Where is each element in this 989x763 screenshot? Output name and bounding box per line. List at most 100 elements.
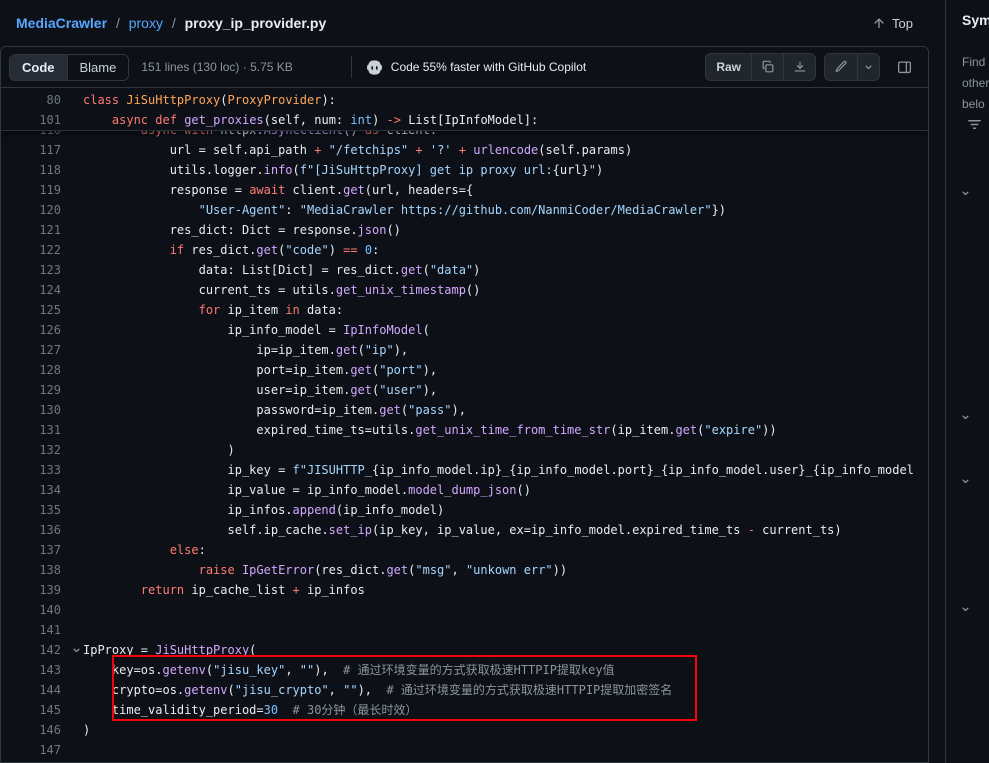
chevron-down-icon[interactable] [960,186,972,198]
line-number[interactable]: 140 [1,600,69,620]
download-icon [793,60,807,74]
line-number[interactable]: 119 [1,180,69,200]
line-number[interactable]: 133 [1,460,69,480]
code-text: port=ip_item.get("port"), [83,360,928,380]
code-line: 121 res_dict: Dict = response.json() [1,220,928,240]
line-number[interactable]: 139 [1,580,69,600]
line-number[interactable]: 144 [1,680,69,700]
code-text: ) [83,720,928,740]
code-text: key=os.getenv("jisu_key", ""), # 通过环境变量的… [83,660,928,680]
raw-button[interactable]: Raw [706,54,751,80]
line-number[interactable]: 135 [1,500,69,520]
fold-gutter [69,400,83,420]
line-number[interactable]: 118 [1,160,69,180]
line-number[interactable]: 137 [1,540,69,560]
sticky-lines: 80class JiSuHttpProxy(ProxyProvider):101… [1,88,928,131]
code-text: ip_key = f"JISUHTTP_{ip_info_model.ip}_{… [83,460,928,480]
breadcrumb-file-name: proxy_ip_provider.py [185,15,327,31]
code-line: 147 [1,740,928,760]
symbols-panel-toggle-button[interactable] [888,54,920,80]
symbols-description: Findotherbelo [962,52,989,115]
line-number[interactable]: 138 [1,560,69,580]
fold-gutter [69,340,83,360]
breadcrumb-dir-link[interactable]: proxy [129,15,163,31]
line-number[interactable]: 142 [1,640,69,660]
symbols-panel: Symbols Findotherbelo [945,0,989,763]
line-number[interactable]: 125 [1,300,69,320]
file-meta: 151 lines (130 loc) · 5.75 KB [141,60,292,74]
code-text: "User-Agent": "MediaCrawler https://gith… [83,200,928,220]
code-text: response = await client.get(url, headers… [83,180,928,200]
code-text: user=ip_item.get("user"), [83,380,928,400]
fold-gutter [69,580,83,600]
chevron-down-icon[interactable] [960,602,972,614]
edit-dropdown-button[interactable] [857,54,879,80]
tab-code[interactable]: Code [10,55,67,80]
fold-gutter [69,260,83,280]
line-number[interactable]: 122 [1,240,69,260]
edit-group [824,53,880,81]
line-number[interactable]: 121 [1,220,69,240]
copy-button[interactable] [751,54,783,80]
chevron-down-icon[interactable] [960,474,972,486]
line-number[interactable]: 146 [1,720,69,740]
code-text: else: [83,540,928,560]
code-line: 140 [1,600,928,620]
line-number[interactable]: 117 [1,140,69,160]
breadcrumb-repo-link[interactable]: MediaCrawler [16,15,107,31]
line-number[interactable]: 126 [1,320,69,340]
breadcrumb-separator: / [172,15,176,31]
download-button[interactable] [783,54,815,80]
fold-gutter [69,200,83,220]
line-number[interactable]: 145 [1,700,69,720]
line-number[interactable]: 147 [1,740,69,760]
toolbar-actions: Raw [705,53,920,81]
fold-gutter [69,740,83,760]
fold-gutter [69,500,83,520]
line-number[interactable]: 124 [1,280,69,300]
arrow-up-icon [872,16,886,30]
breadcrumb: MediaCrawler / proxy / proxy_ip_provider… [16,15,326,31]
line-number[interactable]: 134 [1,480,69,500]
code-text: ip_info_model = IpInfoModel( [83,320,928,340]
code-content: 116 async with httpx.AsyncClient() as cl… [1,88,928,760]
line-number[interactable]: 129 [1,380,69,400]
code-line: 133 ip_key = f"JISUHTTP_{ip_info_model.i… [1,460,928,480]
line-number[interactable]: 143 [1,660,69,680]
code-blame-switch: Code Blame [9,54,129,81]
code-text: password=ip_item.get("pass"), [83,400,928,420]
fold-gutter [69,440,83,460]
line-number[interactable]: 127 [1,340,69,360]
code-text: self.ip_cache.set_ip(ip_key, ip_value, e… [83,520,928,540]
code-area: 116 async with httpx.AsyncClient() as cl… [1,88,928,762]
fold-gutter [69,660,83,680]
line-number[interactable]: 101 [1,110,69,130]
line-number[interactable]: 120 [1,200,69,220]
code-panel: Code Blame 151 lines (130 loc) · 5.75 KB… [0,46,929,763]
fold-gutter [69,160,83,180]
filter-button[interactable] [967,117,982,135]
tab-blame[interactable]: Blame [67,55,129,80]
code-line: 123 data: List[Dict] = res_dict.get("dat… [1,260,928,280]
line-number[interactable]: 131 [1,420,69,440]
code-text: raise IpGetError(res_dict.get("msg", "un… [83,560,928,580]
edit-button[interactable] [825,54,857,80]
code-line: 118 utils.logger.info(f"[JiSuHttpProxy] … [1,160,928,180]
code-line: 132 ) [1,440,928,460]
code-text: async def get_proxies(self, num: int) ->… [83,110,928,130]
line-number[interactable]: 80 [1,90,69,110]
code-text [83,600,928,620]
back-to-top-button[interactable]: Top [872,16,913,31]
line-number[interactable]: 130 [1,400,69,420]
line-number[interactable]: 123 [1,260,69,280]
copilot-icon [366,59,383,76]
line-number[interactable]: 141 [1,620,69,640]
fold-gutter [69,460,83,480]
line-number[interactable]: 136 [1,520,69,540]
line-number[interactable]: 128 [1,360,69,380]
line-number[interactable]: 132 [1,440,69,460]
chevron-down-icon[interactable] [960,410,972,422]
code-line: 137 else: [1,540,928,560]
fold-toggle-icon[interactable] [69,640,83,660]
code-line: 126 ip_info_model = IpInfoModel( [1,320,928,340]
